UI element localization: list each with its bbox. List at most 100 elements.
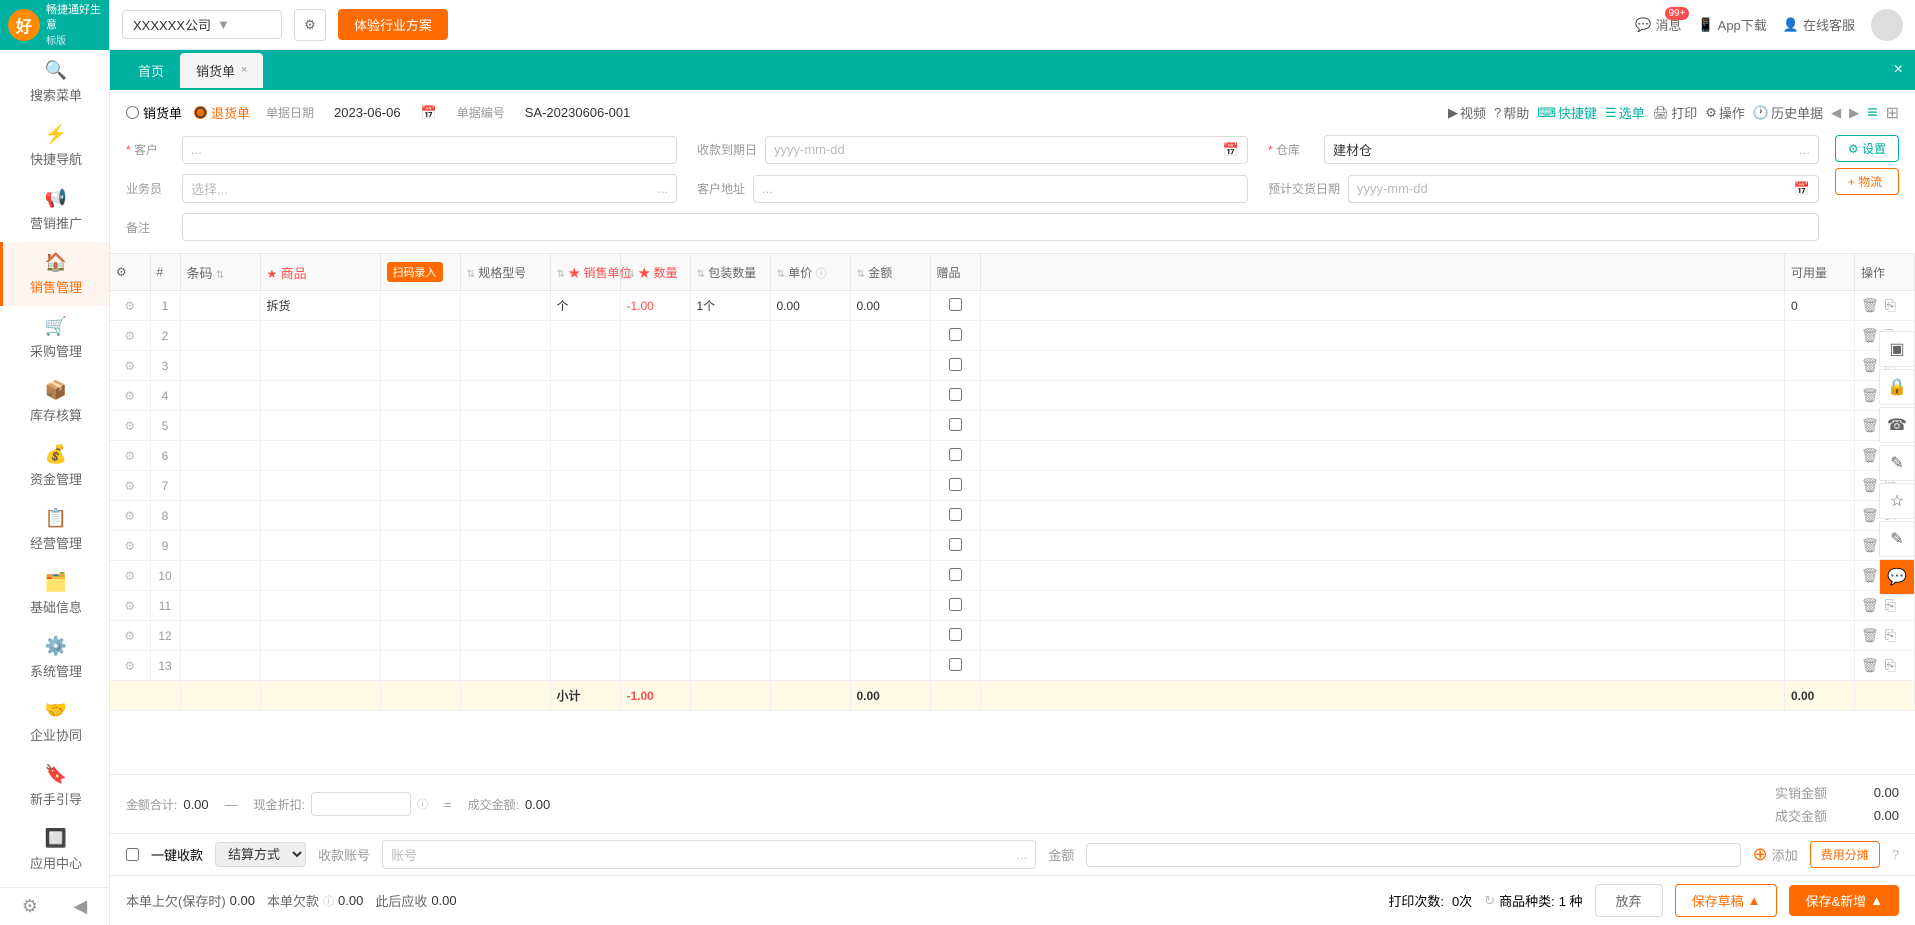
row-qty[interactable] [620, 531, 690, 561]
row-gift[interactable] [930, 651, 980, 681]
row-pkgqty[interactable] [690, 381, 770, 411]
row-barcode[interactable] [180, 501, 260, 531]
row-settings[interactable]: ⚙ [110, 411, 150, 441]
row-settings[interactable]: ⚙ [110, 321, 150, 351]
row-barcode[interactable] [180, 471, 260, 501]
row-gift[interactable] [930, 411, 980, 441]
help-link[interactable]: ? 帮助 [1494, 103, 1529, 122]
row-price[interactable] [770, 381, 850, 411]
delete-icon[interactable]: 🗑 [1861, 477, 1879, 494]
row-pkgqty[interactable]: 1个 [690, 291, 770, 321]
row-unit[interactable] [550, 441, 620, 471]
row-price[interactable] [770, 561, 850, 591]
message-button[interactable]: 💬 消息 99+ [1635, 15, 1681, 34]
note-input[interactable] [182, 213, 1819, 241]
row-barcode[interactable] [180, 441, 260, 471]
row-gift[interactable] [930, 471, 980, 501]
row-amount[interactable] [850, 441, 930, 471]
row-settings[interactable]: ⚙ [110, 561, 150, 591]
row-remark[interactable] [980, 501, 1785, 531]
copy-icon[interactable]: ⎘ [1885, 297, 1896, 314]
row-spec[interactable] [460, 531, 550, 561]
row-barcode[interactable] [180, 531, 260, 561]
salesman-input[interactable]: 选择... ... [182, 174, 677, 203]
company-selector[interactable]: XXXXXX公司 ▼ [122, 10, 282, 39]
row-pkgqty[interactable] [690, 351, 770, 381]
row-amount[interactable] [850, 651, 930, 681]
delete-icon[interactable]: 🗑 [1861, 447, 1879, 464]
collapse-icon[interactable]: ◀ [73, 896, 87, 917]
row-amount[interactable] [850, 531, 930, 561]
row-qty[interactable] [620, 441, 690, 471]
row-spec[interactable] [460, 351, 550, 381]
row-remark[interactable] [980, 651, 1785, 681]
row-pkgqty[interactable] [690, 531, 770, 561]
row-price[interactable] [770, 351, 850, 381]
row-price[interactable] [770, 441, 850, 471]
row-unit[interactable] [550, 531, 620, 561]
row-settings[interactable]: ⚙ [110, 651, 150, 681]
row-remark[interactable] [980, 441, 1785, 471]
row-goods[interactable] [260, 441, 380, 471]
row-remark[interactable] [980, 561, 1785, 591]
choose-link[interactable]: ☰ 选单 [1605, 103, 1645, 122]
abandon-button[interactable]: 放弃 [1595, 884, 1663, 917]
expense-help-icon[interactable]: ? [1892, 847, 1899, 862]
row-goods[interactable] [260, 591, 380, 621]
row-qty[interactable] [620, 651, 690, 681]
discount-input[interactable] [311, 792, 411, 816]
row-barcode[interactable] [180, 321, 260, 351]
row-barcode[interactable] [180, 621, 260, 651]
row-remark[interactable] [980, 411, 1785, 441]
row-pkgqty[interactable] [690, 471, 770, 501]
row-settings[interactable]: ⚙ [110, 471, 150, 501]
row-price[interactable] [770, 651, 850, 681]
calendar-icon3[interactable]: 📅 [1794, 181, 1810, 197]
row-qty[interactable] [620, 471, 690, 501]
logistics-button[interactable]: + 物流 [1835, 168, 1899, 195]
window-close-button[interactable]: × [1894, 61, 1903, 79]
row-settings[interactable]: ⚙ [110, 501, 150, 531]
video-link[interactable]: ▶ 视频 [1448, 103, 1486, 122]
radio-sales[interactable]: 销货单 [126, 103, 182, 122]
row-remark[interactable] [980, 291, 1785, 321]
settings-button[interactable]: ⚙ 设置 [1835, 135, 1899, 162]
view-list-icon[interactable]: ≡ [1867, 102, 1878, 123]
calc-method-select[interactable]: 结算方式 [215, 842, 306, 867]
float-btn-2[interactable]: 🔒 [1879, 369, 1915, 405]
row-remark[interactable] [980, 471, 1785, 501]
row-price[interactable] [770, 621, 850, 651]
row-spec[interactable] [460, 471, 550, 501]
app-download-button[interactable]: 📱 App下载 [1697, 15, 1766, 34]
row-price[interactable] [770, 411, 850, 441]
row-amount[interactable] [850, 501, 930, 531]
row-spec[interactable] [460, 651, 550, 681]
tab-sales-order[interactable]: 销货单 × [180, 53, 263, 88]
save-draft-button[interactable]: 保存草稿 ▲ [1675, 884, 1778, 917]
save-new-button[interactable]: 保存&新增 ▲ [1789, 885, 1899, 916]
history-link[interactable]: 🕐 历史单据 [1753, 103, 1823, 122]
row-amount[interactable] [850, 561, 930, 591]
row-remark[interactable] [980, 351, 1785, 381]
expense-btn[interactable]: 费用分摊 [1810, 841, 1880, 868]
discount-info-icon[interactable]: ⓘ [417, 796, 428, 812]
row-pkgqty[interactable] [690, 411, 770, 441]
row-unit[interactable] [550, 561, 620, 591]
row-goods[interactable] [260, 471, 380, 501]
row-amount[interactable] [850, 621, 930, 651]
row-spec[interactable] [460, 621, 550, 651]
row-unit[interactable] [550, 411, 620, 441]
row-gift[interactable] [930, 351, 980, 381]
row-spec[interactable] [460, 561, 550, 591]
row-settings[interactable]: ⚙ [110, 291, 150, 321]
row-goods[interactable] [260, 321, 380, 351]
row-unit[interactable] [550, 591, 620, 621]
delete-icon[interactable]: 🗑 [1861, 327, 1879, 344]
sidebar-item-enterprise[interactable]: 🤝 企业协同 [0, 690, 109, 754]
float-btn-6[interactable]: ✎ [1879, 521, 1915, 557]
sidebar-item-marketing[interactable]: 📢 营销推广 [0, 178, 109, 242]
row-unit[interactable] [550, 621, 620, 651]
row-goods[interactable] [260, 651, 380, 681]
row-pkgqty[interactable] [690, 561, 770, 591]
copy-icon[interactable]: ⎘ [1885, 627, 1896, 644]
